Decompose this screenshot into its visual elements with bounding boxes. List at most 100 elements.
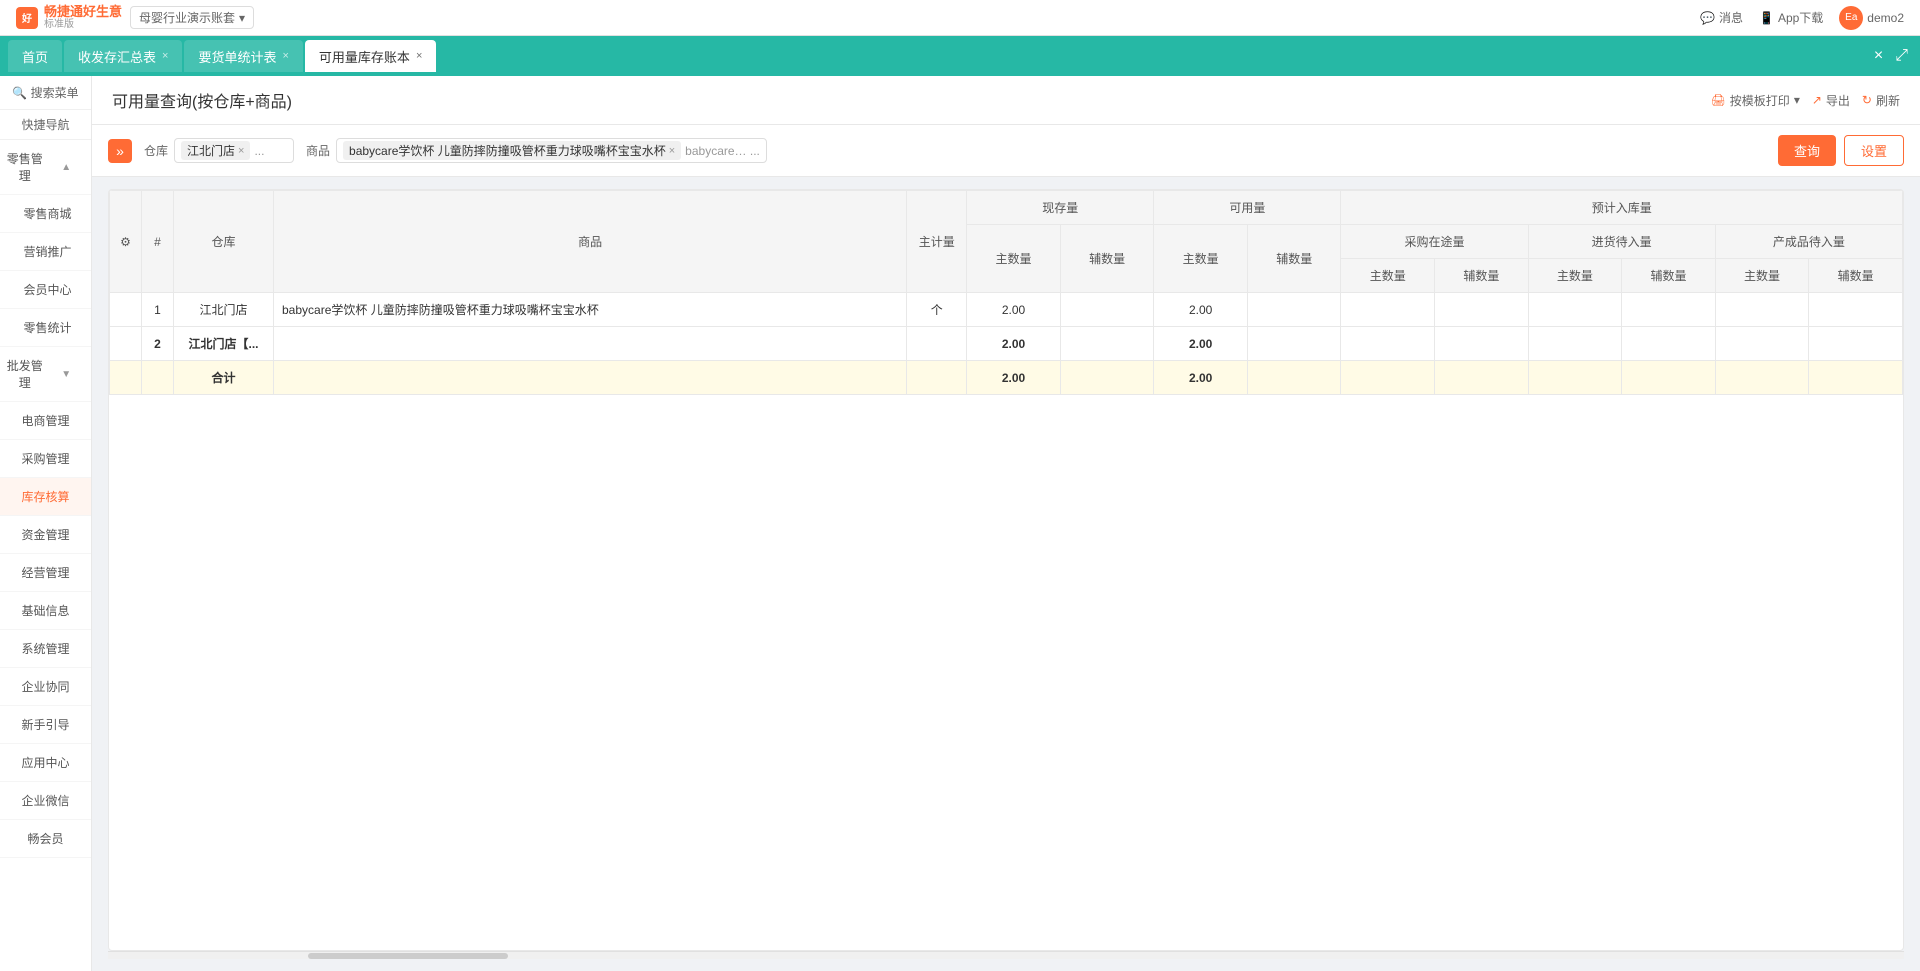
table-footer-row: 合计 2.00 2.00 — [110, 361, 1903, 395]
sidebar-item-finance-mgmt[interactable]: 资金管理 — [0, 516, 91, 554]
sidebar-item-wholesale-mgmt[interactable]: 批发管理 ▼ — [0, 347, 91, 402]
sidebar-item-system-mgmt-label: 系统管理 — [4, 640, 87, 657]
tab-requisition-stats-close[interactable]: × — [282, 50, 288, 62]
sidebar-item-member-center-label: 会员中心 — [8, 281, 87, 298]
sidebar-nav[interactable]: 快捷导航 — [0, 110, 91, 140]
sidebar-item-basic-info[interactable]: 基础信息 — [0, 592, 91, 630]
filter-bar: » 仓库 江北门店 × ... 商品 babycare学饮杯 儿童防摔防撞吸管杯… — [92, 125, 1920, 177]
th-available: 可用量 — [1154, 191, 1341, 225]
tab-close-all-button[interactable]: × — [1870, 43, 1887, 69]
chevron-down-icon: ▾ — [239, 11, 245, 25]
sidebar-item-inventory-mgmt-label: 库存核算 — [4, 488, 87, 505]
td-purchase-transit-aux — [1435, 327, 1529, 361]
td-settings — [110, 293, 142, 327]
export-icon: ↗ — [1812, 93, 1822, 107]
sidebar-item-purchase-mgmt[interactable]: 采购管理 — [0, 440, 91, 478]
sidebar-item-operations-mgmt[interactable]: 经营管理 — [0, 554, 91, 592]
td-footer-products-pending-main — [1715, 361, 1809, 395]
tab-expand-button[interactable]: ⤢ — [1891, 43, 1912, 69]
td-purchase-transit-main — [1341, 293, 1435, 327]
sidebar-item-app-center[interactable]: 应用中心 — [0, 744, 91, 782]
message-icon: 💬 — [1700, 11, 1715, 25]
table-wrapper: ⚙ # 仓库 商品 主计量 现存量 可用量 预计入库量 主数量 辅数量 — [108, 189, 1904, 951]
th-settings[interactable]: ⚙ — [110, 191, 142, 293]
td-index: 1 — [142, 293, 174, 327]
warehouse-filter-group: 仓库 江北门店 × ... — [144, 138, 294, 163]
top-bar-right: 💬 消息 📱 App下载 Ea demo2 — [1700, 6, 1904, 30]
header-actions: 🖨 按模板打印 ▾ ↗ 导出 ↻ 刷新 — [1711, 92, 1900, 109]
message-label: 消息 — [1719, 9, 1743, 26]
tab-requisition-stats[interactable]: 要货单统计表 × — [184, 40, 302, 72]
logo-icon: 好 — [16, 7, 38, 29]
product-tag-close[interactable]: × — [669, 145, 675, 157]
filter-actions: 查询 设置 — [1778, 135, 1904, 166]
th-index: # — [142, 191, 174, 293]
sidebar-item-system-mgmt[interactable]: 系统管理 — [0, 630, 91, 668]
product-filter-tags[interactable]: babycare学饮杯 儿童防摔防撞吸管杯重力球吸嘴杯宝宝水杯 × babyca… — [336, 138, 767, 163]
sidebar-item-wholesale-mgmt-label: 批发管理 — [4, 357, 46, 391]
tab-receive-pay[interactable]: 收发存汇总表 × — [64, 40, 182, 72]
th-expected-in: 预计入库量 — [1341, 191, 1903, 225]
td-goods-pending-aux — [1622, 327, 1716, 361]
td-unit: 个 — [907, 293, 967, 327]
print-button[interactable]: 🖨 按模板打印 ▾ — [1711, 92, 1800, 109]
tab-available-stock-close[interactable]: × — [416, 50, 422, 62]
td-footer-purchase-transit-aux — [1435, 361, 1529, 395]
td-footer-unit — [907, 361, 967, 395]
warehouse-more[interactable]: ... — [254, 144, 264, 158]
warehouse-tag-close[interactable]: × — [238, 145, 244, 157]
sidebar-item-retail-mall[interactable]: 零售商城 — [0, 195, 91, 233]
message-button[interactable]: 💬 消息 — [1700, 9, 1743, 26]
td-footer-settings — [110, 361, 142, 395]
th-purchase-transit-main: 主数量 — [1341, 259, 1435, 293]
user-avatar-area[interactable]: Ea demo2 — [1839, 6, 1904, 30]
download-icon: 📱 — [1759, 11, 1774, 25]
refresh-button[interactable]: ↻ 刷新 — [1862, 92, 1900, 109]
sidebar-item-member-center[interactable]: 会员中心 — [0, 271, 91, 309]
top-bar: 好 畅捷通好生意 标准版 母婴行业演示账套 ▾ 💬 消息 📱 App下载 Ea … — [0, 0, 1920, 36]
sidebar-item-new-guide-label: 新手引导 — [4, 716, 87, 733]
chevron-down-icon: ▼ — [46, 369, 88, 380]
top-bar-left: 好 畅捷通好生意 标准版 母婴行业演示账套 ▾ — [16, 4, 254, 32]
sidebar-item-enterprise-wechat[interactable]: 企业微信 — [0, 782, 91, 820]
td-purchase-transit-aux — [1435, 293, 1529, 327]
product-filter-group: 商品 babycare学饮杯 儿童防摔防撞吸管杯重力球吸嘴杯宝宝水杯 × bab… — [306, 138, 767, 163]
warehouse-filter-tags[interactable]: 江北门店 × ... — [174, 138, 294, 163]
td-goods-pending-aux — [1622, 293, 1716, 327]
tab-home[interactable]: 首页 — [8, 40, 62, 72]
td-footer-current-aux — [1060, 361, 1154, 395]
settings-button[interactable]: 设置 — [1844, 135, 1904, 166]
th-products-pending-main: 主数量 — [1715, 259, 1809, 293]
industry-selector[interactable]: 母婴行业演示账套 ▾ — [130, 6, 254, 29]
sidebar-search[interactable]: 🔍 搜索菜单 — [0, 76, 91, 110]
sidebar-item-enterprise-collab[interactable]: 企业协同 — [0, 668, 91, 706]
td-footer-goods-pending-main — [1528, 361, 1622, 395]
scroll-thumb[interactable] — [308, 953, 508, 959]
td-footer-products-pending-aux — [1809, 361, 1903, 395]
sidebar-item-app-center-label: 应用中心 — [4, 754, 87, 771]
export-button[interactable]: ↗ 导出 — [1812, 92, 1850, 109]
page-header: 可用量查询(按仓库+商品) 🖨 按模板打印 ▾ ↗ 导出 ↻ 刷新 — [92, 76, 1920, 125]
sidebar-item-vip-member[interactable]: 畅会员 — [0, 820, 91, 858]
sidebar-item-ecommerce-mgmt[interactable]: 电商管理 — [0, 402, 91, 440]
app-download-button[interactable]: 📱 App下载 — [1759, 9, 1823, 26]
product-tag-text: babycare学饮杯 儿童防摔防撞吸管杯重力球吸嘴杯宝宝水杯 — [349, 142, 666, 159]
sidebar-item-retail-stats[interactable]: 零售统计 — [0, 309, 91, 347]
expand-button[interactable]: » — [108, 139, 132, 163]
horizontal-scrollbar[interactable] — [108, 951, 1904, 959]
sidebar-item-new-guide[interactable]: 新手引导 — [0, 706, 91, 744]
th-available-aux: 辅数量 — [1247, 225, 1341, 293]
product-filter-label: 商品 — [306, 142, 330, 159]
print-label: 按模板打印 — [1730, 92, 1790, 109]
td-products-pending-main — [1715, 327, 1809, 361]
td-footer-index — [142, 361, 174, 395]
sidebar-item-marketing[interactable]: 营销推广 — [0, 233, 91, 271]
th-unit: 主计量 — [907, 191, 967, 293]
tab-receive-pay-close[interactable]: × — [162, 50, 168, 62]
sidebar-item-inventory-mgmt[interactable]: 库存核算 — [0, 478, 91, 516]
query-button[interactable]: 查询 — [1778, 135, 1836, 166]
td-purchase-transit-main — [1341, 327, 1435, 361]
product-more[interactable]: babycare… ... — [685, 144, 760, 158]
sidebar-item-retail-mgmt[interactable]: 零售管理 ▲ — [0, 140, 91, 195]
tab-available-stock[interactable]: 可用量库存账本 × — [305, 40, 436, 72]
